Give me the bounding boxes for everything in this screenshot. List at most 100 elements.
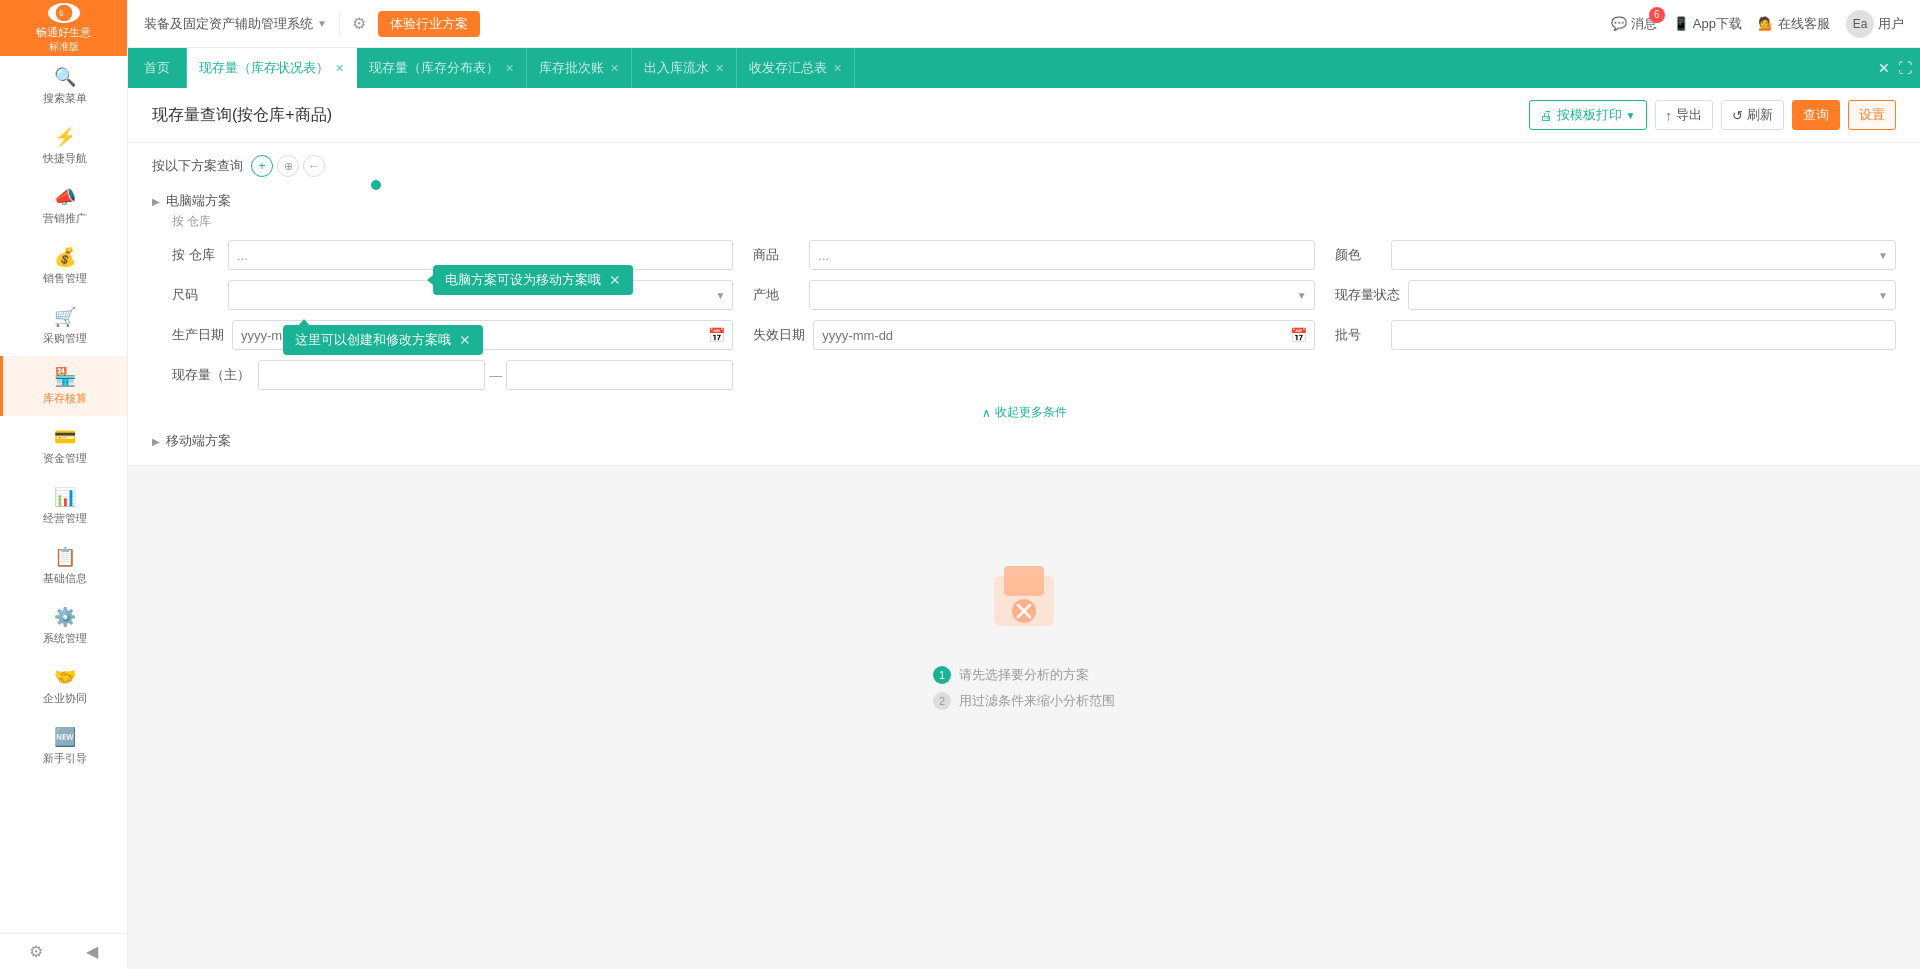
sidebar-item-enterprise[interactable]: 🤝 企业协同 — [0, 656, 127, 716]
page-content: 现存量查询(按仓库+商品) 🖨 按模板打印 ▼ ↑ 导出 ↺ 刷新 查询 — [128, 88, 1920, 969]
empty-steps: 1 请先选择要分析的方案 2 用过滤条件来缩小分析范围 — [933, 666, 1115, 710]
message-btn[interactable]: 💬 6 消息 — [1611, 15, 1657, 33]
avatar: Ea — [1846, 10, 1874, 38]
tab-inventory-status[interactable]: 现存量（库存状况表） ✕ — [187, 48, 357, 88]
calendar-icon[interactable]: 📅 — [1290, 327, 1307, 343]
batch-label: 批号 — [1335, 326, 1383, 344]
chevron-up-icon: ∧ — [982, 406, 991, 420]
chevron-right-icon: ▶ — [152, 436, 160, 447]
tab-label: 现存量（库存分布表） — [369, 59, 499, 77]
query-button[interactable]: 查询 — [1792, 100, 1840, 130]
tab-close-icon[interactable]: ✕ — [505, 62, 514, 75]
sidebar-item-label: 营销推广 — [43, 211, 87, 226]
operation-icon: 📊 — [54, 486, 76, 508]
export-button[interactable]: ↑ 导出 — [1655, 100, 1714, 130]
sidebar-item-sales[interactable]: 💰 销售管理 — [0, 236, 127, 296]
tooltip-create-close[interactable]: ✕ — [459, 332, 471, 348]
stock-status-select[interactable] — [1408, 280, 1896, 310]
tab-close-icon[interactable]: ✕ — [715, 62, 724, 75]
stock-qty-to[interactable] — [506, 360, 733, 390]
goods-input[interactable]: ... — [809, 240, 1314, 270]
filter-label: 按以下方案查询 — [152, 157, 243, 175]
tab-home[interactable]: 首页 — [128, 48, 187, 88]
collapse-sidebar-btn[interactable]: ◀ — [86, 942, 98, 961]
tab-in-out-flow[interactable]: 出入库流水 ✕ — [632, 48, 737, 88]
sidebar-item-system[interactable]: ⚙️ 系统管理 — [0, 596, 127, 656]
calendar-icon[interactable]: 📅 — [708, 327, 725, 343]
scheme-desktop[interactable]: ▶ 电脑端方案 — [152, 189, 1896, 213]
scheme-mobile[interactable]: ▶ 移动端方案 — [152, 429, 1896, 453]
tooltip-scheme-close[interactable]: ✕ — [609, 272, 621, 288]
expiry-date-wrap: 📅 — [813, 320, 1314, 350]
warehouse-dots: ... — [237, 248, 248, 263]
sidebar-item-label: 系统管理 — [43, 631, 87, 646]
sidebar-item-operation[interactable]: 📊 经营管理 — [0, 476, 127, 536]
app-download-btn[interactable]: 📱 App下载 — [1673, 15, 1742, 33]
empty-step-1: 1 请先选择要分析的方案 — [933, 666, 1115, 684]
refresh-button[interactable]: ↺ 刷新 — [1721, 100, 1784, 130]
tab-close-icon[interactable]: ✕ — [335, 62, 344, 75]
tab-batch-ledger[interactable]: 库存批次账 ✕ — [527, 48, 632, 88]
copy-scheme-btn[interactable]: ⊕ — [277, 155, 299, 177]
sidebar-footer: ⚙ ◀ — [0, 933, 127, 969]
tooltip-create: 这里可以创建和修改方案哦 ✕ — [283, 325, 483, 355]
sidebar-item-label: 资金管理 — [43, 451, 87, 466]
sidebar-item-label: 企业协同 — [43, 691, 87, 706]
print-button[interactable]: 🖨 按模板打印 ▼ — [1529, 100, 1647, 130]
origin-label: 产地 — [753, 286, 801, 304]
tab-close-icon[interactable]: ✕ — [833, 62, 842, 75]
phone-icon: 📱 — [1673, 16, 1689, 31]
stock-qty-from[interactable] — [258, 360, 485, 390]
sidebar-item-nav[interactable]: ⚡ 快捷导航 — [0, 116, 127, 176]
warehouse-label: 按 仓库 — [172, 246, 220, 264]
trial-button[interactable]: 体验行业方案 — [378, 11, 480, 37]
tab-label: 现存量（库存状况表） — [199, 59, 329, 77]
tab-label: 出入库流水 — [644, 59, 709, 77]
tab-fullscreen-btn[interactable]: ⛶ — [1898, 60, 1912, 76]
svg-point-0 — [55, 4, 72, 21]
origin-select-wrap: ▼ — [809, 280, 1314, 310]
settings-footer-btn[interactable]: ⚙ — [29, 942, 43, 961]
sidebar-item-marketing[interactable]: 📣 营销推广 — [0, 176, 127, 236]
tab-recv-summary[interactable]: 收发存汇总表 ✕ — [737, 48, 855, 88]
user-menu[interactable]: Ea 用户 — [1846, 10, 1904, 38]
sidebar-item-guide[interactable]: 🆕 新手引导 — [0, 716, 127, 776]
sidebar-item-label: 销售管理 — [43, 271, 87, 286]
page-actions: 🖨 按模板打印 ▼ ↑ 导出 ↺ 刷新 查询 设置 — [1529, 100, 1896, 130]
tab-close-icon[interactable]: ✕ — [610, 62, 619, 75]
range-separator: — — [489, 368, 502, 383]
tooltip-scheme-text: 电脑方案可设为移动方案哦 — [445, 271, 601, 289]
sidebar-item-basic[interactable]: 📋 基础信息 — [0, 536, 127, 596]
chevron-down-icon: ▼ — [1626, 110, 1636, 121]
tab-close-all-btn[interactable]: ✕ — [1878, 60, 1890, 76]
production-date-label: 生产日期 — [172, 326, 224, 344]
collapse-filters-btn[interactable]: ∧ 收起更多条件 — [152, 400, 1896, 425]
expiry-date-label: 失效日期 — [753, 326, 805, 344]
sidebar-item-finance[interactable]: 💳 资金管理 — [0, 416, 127, 476]
stock-qty-label: 现存量（主） — [172, 366, 250, 384]
sidebar-item-label: 经营管理 — [43, 511, 87, 526]
app-logo: 6 畅通好生意 标准版 — [0, 0, 127, 56]
message-icon: 💬 — [1611, 16, 1627, 31]
settings-icon[interactable]: ⚙ — [352, 14, 366, 33]
tabs-bar: 首页 现存量（库存状况表） ✕ 现存量（库存分布表） ✕ 库存批次账 ✕ 出入库… — [128, 48, 1920, 88]
sidebar-item-purchase[interactable]: 🛒 采购管理 — [0, 296, 127, 356]
batch-input[interactable] — [1391, 320, 1896, 350]
arrow-left-btn[interactable]: ← — [303, 155, 325, 177]
add-scheme-btn[interactable]: + — [251, 155, 273, 177]
sidebar: 6 畅通好生意 标准版 🔍 搜索菜单 ⚡ 快捷导航 📣 营销推广 💰 销售管理 … — [0, 0, 128, 969]
size-label: 尺码 — [172, 286, 220, 304]
settings-button[interactable]: 设置 — [1848, 100, 1896, 130]
app-badge: 标准版 — [49, 40, 79, 54]
origin-select[interactable] — [809, 280, 1314, 310]
filter-row-origin: 产地 ▼ — [753, 280, 1314, 310]
sidebar-item-search[interactable]: 🔍 搜索菜单 — [0, 56, 127, 116]
sidebar-item-label: 快捷导航 — [43, 151, 87, 166]
tab-label: 库存批次账 — [539, 59, 604, 77]
filter-actions: + ⊕ ← — [251, 155, 325, 177]
color-select[interactable] — [1391, 240, 1896, 270]
online-support-btn[interactable]: 💁 在线客服 — [1758, 15, 1830, 33]
tab-inventory-dist[interactable]: 现存量（库存分布表） ✕ — [357, 48, 527, 88]
expiry-date-input[interactable] — [813, 320, 1314, 350]
sidebar-item-inventory[interactable]: 🏪 库存核算 — [0, 356, 127, 416]
